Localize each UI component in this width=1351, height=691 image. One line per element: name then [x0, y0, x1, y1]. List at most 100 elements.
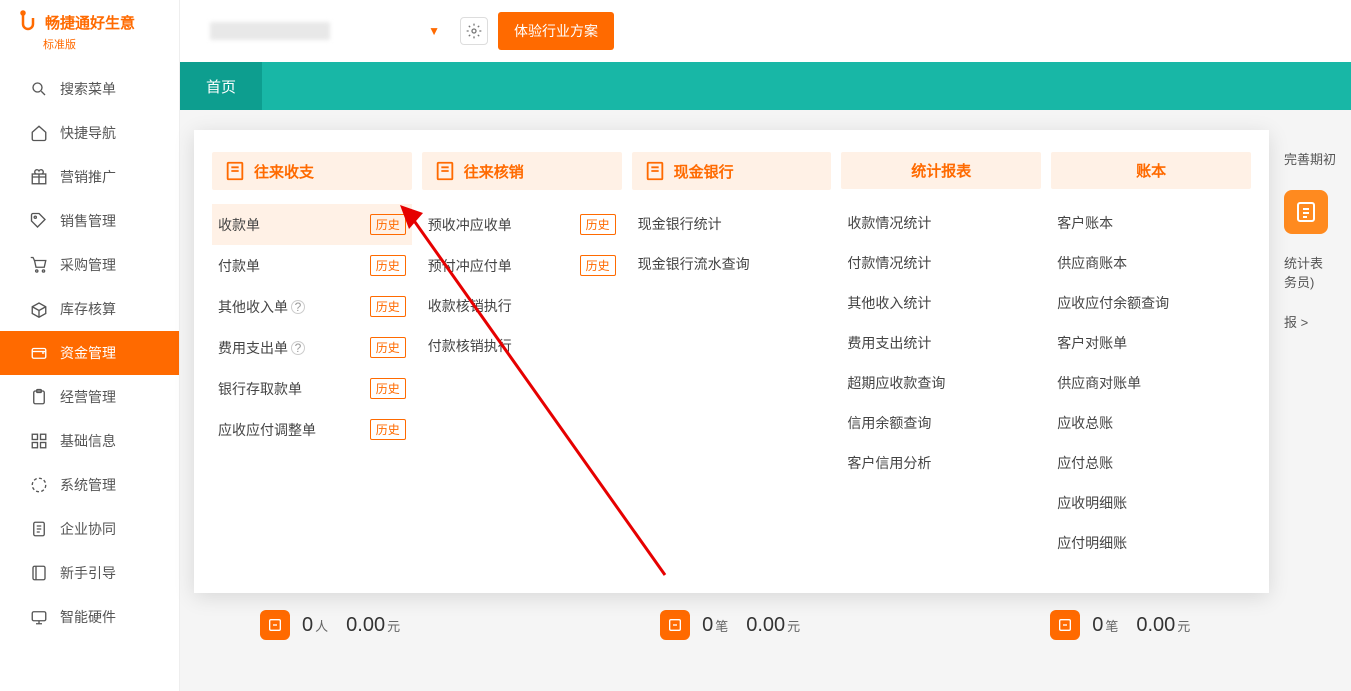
nav-item-5[interactable]: 库存核算: [0, 287, 179, 331]
right-link-3[interactable]: 报 >: [1284, 313, 1343, 333]
history-tag[interactable]: 历史: [370, 419, 406, 440]
menu-item-3-6[interactable]: 客户信用分析: [841, 443, 1041, 483]
history-tag[interactable]: 历史: [580, 255, 616, 276]
menu-item-label: 供应商账本: [1057, 253, 1127, 273]
history-tag[interactable]: 历史: [370, 337, 406, 358]
menu-item-1-2[interactable]: 收款核销执行: [422, 286, 622, 326]
menu-column-2: 现金银行现金银行统计现金银行流水查询: [632, 152, 832, 563]
menu-item-4-6[interactable]: 应付总账: [1051, 443, 1251, 483]
nav-item-0[interactable]: 搜索菜单: [0, 67, 179, 111]
gift-icon: [30, 168, 48, 186]
tv-icon: [30, 608, 48, 626]
guide-icon: [30, 564, 48, 582]
column-title: 往来收支: [254, 161, 314, 182]
org-selector[interactable]: ▼: [200, 16, 450, 46]
menu-item-1-1[interactable]: 预付冲应付单 历史: [422, 245, 622, 286]
help-icon[interactable]: ?: [291, 341, 305, 355]
menu-item-label: 超期应收款查询: [847, 373, 945, 393]
industry-plan-button[interactable]: 体验行业方案: [498, 12, 614, 50]
menu-item-3-5[interactable]: 信用余额查询: [841, 403, 1041, 443]
menu-item-1-3[interactable]: 付款核销执行: [422, 326, 622, 366]
menu-item-label: 费用支出单?: [218, 338, 305, 358]
menu-item-0-4[interactable]: 银行存取款单历史: [212, 368, 412, 409]
right-icon-box[interactable]: [1284, 190, 1343, 234]
history-tag[interactable]: 历史: [580, 214, 616, 235]
menu-item-label: 费用支出统计: [847, 333, 931, 353]
menu-item-label: 供应商对账单: [1057, 373, 1141, 393]
stat-icon: [660, 610, 690, 640]
column-header: 统计报表: [841, 152, 1041, 189]
brand-name: 畅捷通好生意: [45, 12, 135, 33]
menu-item-label: 付款情况统计: [847, 253, 931, 273]
nav-label: 资金管理: [60, 343, 116, 363]
nav-item-7[interactable]: 经营管理: [0, 375, 179, 419]
nav-item-10[interactable]: 企业协同: [0, 507, 179, 551]
menu-item-0-0[interactable]: 收款单 历史: [212, 204, 412, 245]
menu-item-label: 信用余额查询: [847, 413, 931, 433]
settings-button[interactable]: [460, 17, 488, 45]
nav-item-3[interactable]: 销售管理: [0, 199, 179, 243]
stat-values: 0笔0.00元: [702, 614, 800, 637]
menu-item-0-5[interactable]: 应收应付调整单 历史: [212, 409, 412, 450]
menu-item-label: 现金银行统计: [638, 214, 722, 234]
menu-item-label: 应付明细账: [1057, 533, 1127, 553]
nav-label: 经营管理: [60, 387, 116, 407]
menu-item-label: 应收明细账: [1057, 493, 1127, 513]
menu-item-4-8[interactable]: 应付明细账: [1051, 523, 1251, 563]
clipboard-icon: [30, 388, 48, 406]
nav-label: 库存核算: [60, 299, 116, 319]
menu-item-4-4[interactable]: 供应商对账单: [1051, 363, 1251, 403]
menu-item-2-0[interactable]: 现金银行统计: [632, 204, 832, 244]
history-tag[interactable]: 历史: [370, 296, 406, 317]
help-icon[interactable]: ?: [291, 300, 305, 314]
column-header: 账本: [1051, 152, 1251, 189]
menu-item-2-1[interactable]: 现金银行流水查询: [632, 244, 832, 284]
menu-item-3-2[interactable]: 其他收入统计: [841, 283, 1041, 323]
menu-item-1-0[interactable]: 预收冲应收单历史: [422, 204, 622, 245]
menu-item-4-0[interactable]: 客户账本: [1051, 203, 1251, 243]
nav-item-6[interactable]: 资金管理: [0, 331, 179, 375]
menu-item-0-1[interactable]: 付款单历史: [212, 245, 412, 286]
menu-item-label: 预付冲应付单: [428, 256, 512, 276]
nav-item-4[interactable]: 采购管理: [0, 243, 179, 287]
circle-icon: [30, 476, 48, 494]
menu-item-3-1[interactable]: 付款情况统计: [841, 243, 1041, 283]
right-link-1[interactable]: 完善期初: [1284, 150, 1343, 170]
menu-item-label: 收款单: [218, 215, 260, 235]
right-link-2[interactable]: 统计表务员): [1284, 254, 1343, 293]
right-panel: 完善期初 统计表务员) 报 >: [1276, 130, 1351, 372]
chevron-down-icon: ▼: [428, 24, 440, 38]
column-title: 账本: [1136, 160, 1166, 181]
nav-label: 系统管理: [60, 475, 116, 495]
menu-item-0-2[interactable]: 其他收入单? 历史: [212, 286, 412, 327]
menu-item-3-3[interactable]: 费用支出统计: [841, 323, 1041, 363]
menu-item-4-3[interactable]: 客户对账单: [1051, 323, 1251, 363]
menu-item-label: 付款核销执行: [428, 336, 512, 356]
menu-item-4-1[interactable]: 供应商账本: [1051, 243, 1251, 283]
menu-item-4-7[interactable]: 应收明细账: [1051, 483, 1251, 523]
menu-item-4-2[interactable]: 应收应付余额查询: [1051, 283, 1251, 323]
menu-item-0-3[interactable]: 费用支出单? 历史: [212, 327, 412, 368]
menu-item-4-5[interactable]: 应收总账: [1051, 403, 1251, 443]
menu-item-3-4[interactable]: 超期应收款查询: [841, 363, 1041, 403]
history-tag[interactable]: 历史: [370, 378, 406, 399]
column-icon: [224, 160, 246, 182]
menu-item-label: 应收应付调整单: [218, 420, 316, 440]
nav-label: 快捷导航: [60, 123, 116, 143]
history-tag[interactable]: 历史: [370, 214, 406, 235]
nav-item-11[interactable]: 新手引导: [0, 551, 179, 595]
nav-item-2[interactable]: 营销推广: [0, 155, 179, 199]
tab-home[interactable]: 首页: [180, 62, 262, 110]
stat-item-1: 0笔0.00元: [660, 610, 800, 640]
nav-item-12[interactable]: 智能硬件: [0, 595, 179, 639]
nav-item-9[interactable]: 系统管理: [0, 463, 179, 507]
stat-item-0: 0人0.00元: [260, 610, 400, 640]
menu-item-3-0[interactable]: 收款情况统计: [841, 203, 1041, 243]
menu-item-label: 收款核销执行: [428, 296, 512, 316]
nav-item-8[interactable]: 基础信息: [0, 419, 179, 463]
nav-item-1[interactable]: 快捷导航: [0, 111, 179, 155]
doc-icon: [30, 520, 48, 538]
menu-item-label: 其他收入单?: [218, 297, 305, 317]
history-tag[interactable]: 历史: [370, 255, 406, 276]
column-title: 统计报表: [911, 160, 971, 181]
